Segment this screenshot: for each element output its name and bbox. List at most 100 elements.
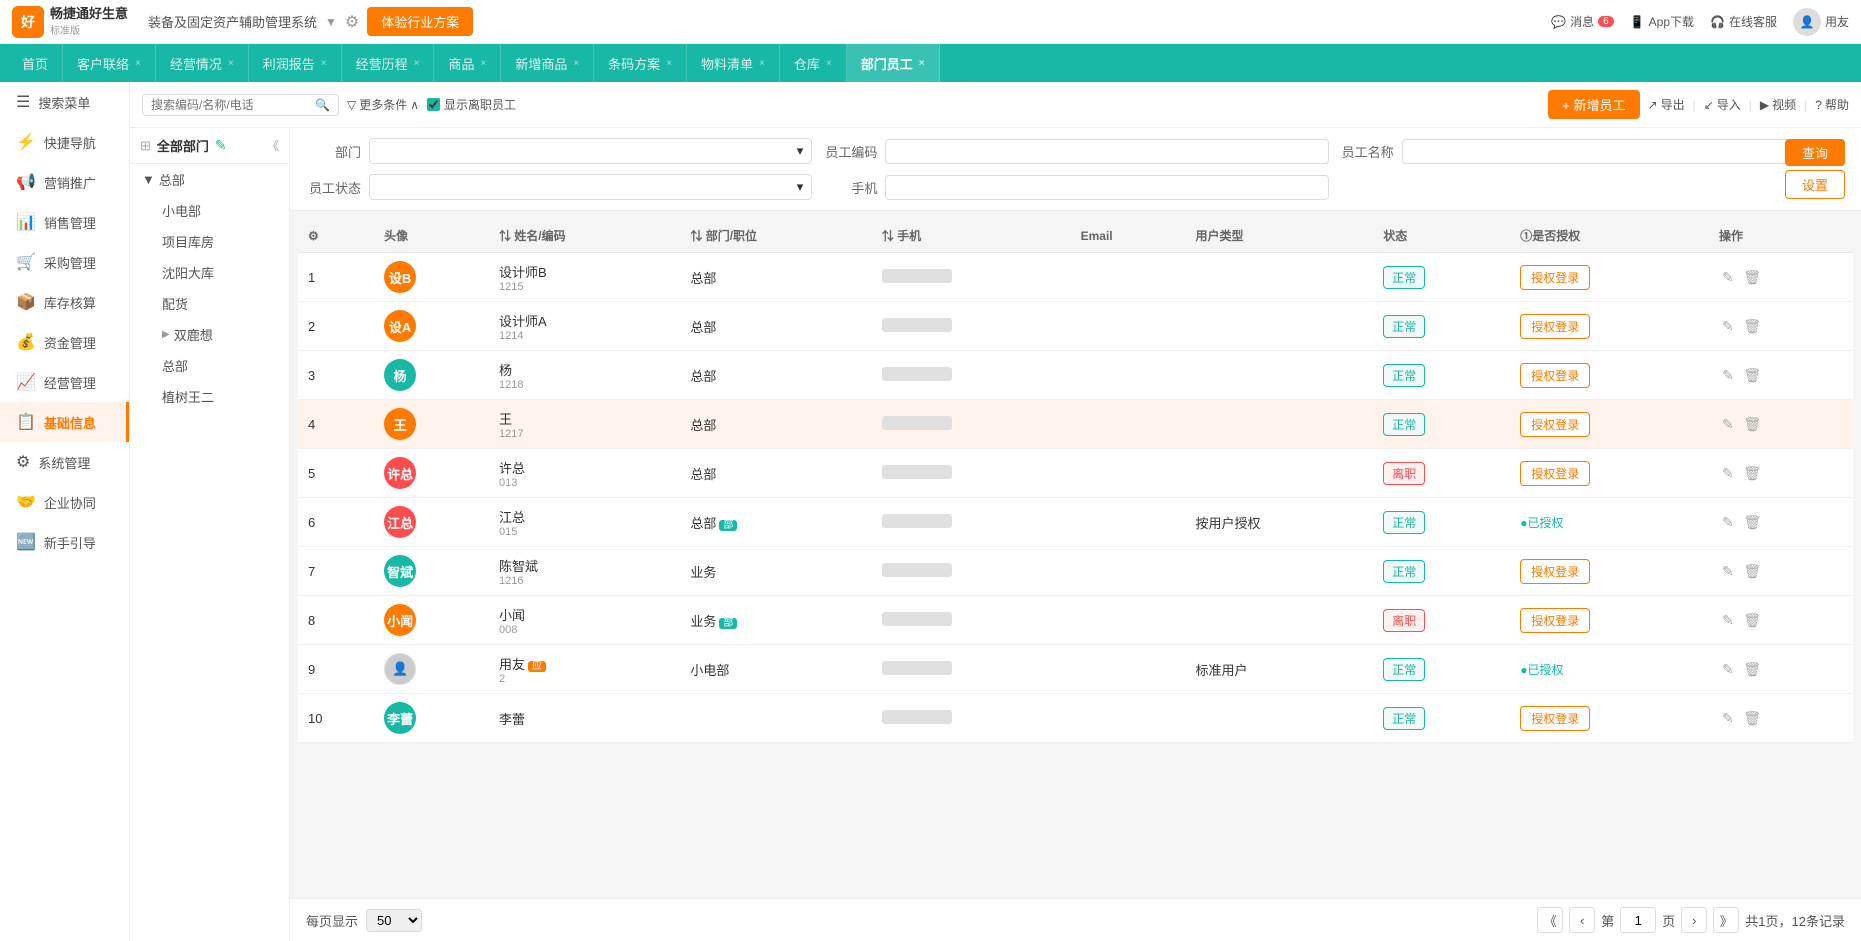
close-icon[interactable]: × xyxy=(228,58,234,69)
empcode-filter-input[interactable] xyxy=(885,139,1328,164)
auth-button[interactable]: 授权登录 xyxy=(1520,363,1590,388)
settings-icon[interactable]: ⚙ xyxy=(345,12,359,32)
search-icon[interactable]: 🔍 xyxy=(315,98,330,112)
phone-filter-input[interactable] xyxy=(885,175,1328,200)
close-icon[interactable]: × xyxy=(414,58,420,69)
sidebar-item-finance[interactable]: 💰 资金管理 xyxy=(0,322,129,362)
delete-icon[interactable]: 🗑 xyxy=(1743,514,1761,530)
video-button[interactable]: ▶ 视频 xyxy=(1760,96,1796,113)
dept-item-distribution[interactable]: 配货 xyxy=(150,288,289,319)
auth-button[interactable]: 授权登录 xyxy=(1520,412,1590,437)
online-service-button[interactable]: 🎧 在线客服 xyxy=(1710,13,1777,30)
next-page-button[interactable]: › xyxy=(1681,907,1707,933)
dept-item-zongbu[interactable]: 总部 xyxy=(150,350,289,381)
edit-icon[interactable]: ✎ xyxy=(1722,416,1734,432)
close-icon[interactable]: × xyxy=(826,58,832,69)
tab-department[interactable]: 部门员工 × xyxy=(847,44,940,82)
sidebar-item-system[interactable]: ⚙ 系统管理 xyxy=(0,442,129,482)
sidebar-item-business[interactable]: 📈 经营管理 xyxy=(0,362,129,402)
edit-icon[interactable]: ✎ xyxy=(1722,318,1734,334)
first-page-button[interactable]: 《 xyxy=(1537,907,1563,933)
set-button[interactable]: 设置 xyxy=(1785,170,1845,199)
edit-icon[interactable]: ✎ xyxy=(1722,612,1734,628)
dept-collapse-icon[interactable]: 《 xyxy=(267,137,279,154)
delete-icon[interactable]: 🗑 xyxy=(1743,465,1761,481)
close-icon[interactable]: × xyxy=(480,58,486,69)
dept-item-head[interactable]: ▼ 总部 xyxy=(130,164,289,195)
sidebar-item-purchase[interactable]: 🛒 采购管理 xyxy=(0,242,129,282)
delete-icon[interactable]: 🗑 xyxy=(1743,416,1761,432)
edit-icon[interactable]: ✎ xyxy=(1722,514,1734,530)
edit-icon[interactable]: ✎ xyxy=(1722,367,1734,383)
auth-button[interactable]: 授权登录 xyxy=(1520,706,1590,731)
query-button[interactable]: 查询 xyxy=(1785,139,1845,166)
more-filter-button[interactable]: ▽ 更多条件 ∧ xyxy=(347,96,419,113)
delete-icon[interactable]: 🗑 xyxy=(1743,710,1761,726)
edit-icon[interactable]: ✎ xyxy=(1722,465,1734,481)
edit-icon[interactable]: ✎ xyxy=(1722,563,1734,579)
dept-item-shenyang[interactable]: 沈阳大库 xyxy=(150,257,289,288)
auth-button[interactable]: 授权登录 xyxy=(1520,461,1590,486)
delete-icon[interactable]: 🗑 xyxy=(1743,661,1761,677)
tab-new-goods[interactable]: 新增商品 × xyxy=(501,44,594,82)
tab-warehouse[interactable]: 仓库 × xyxy=(780,44,847,82)
sidebar-item-search[interactable]: ☰ 搜索菜单 xyxy=(0,82,129,122)
sidebar-item-sales[interactable]: 📊 销售管理 xyxy=(0,202,129,242)
dept-item-shuanglu[interactable]: ▶ 双鹿想 xyxy=(150,319,289,350)
export-button[interactable]: ↗ 导出 xyxy=(1648,96,1685,113)
empname-filter-input[interactable] xyxy=(1402,139,1845,164)
sys-dropdown-icon[interactable]: ▼ xyxy=(325,15,337,29)
delete-icon[interactable]: 🗑 xyxy=(1743,269,1761,285)
show-resigned-checkbox[interactable] xyxy=(427,98,440,111)
page-input[interactable] xyxy=(1620,907,1656,933)
close-icon[interactable]: × xyxy=(573,58,579,69)
close-icon[interactable]: × xyxy=(666,58,672,69)
delete-icon[interactable]: 🗑 xyxy=(1743,367,1761,383)
tab-operation[interactable]: 经营情况 × xyxy=(156,44,249,82)
import-button[interactable]: ↙ 导入 xyxy=(1704,96,1741,113)
edit-icon[interactable]: ✎ xyxy=(1722,661,1734,677)
auth-button[interactable]: 授权登录 xyxy=(1520,559,1590,584)
dept-item-zhishu[interactable]: 植树王二 xyxy=(150,381,289,412)
sidebar-item-inventory[interactable]: 📦 库存核算 xyxy=(0,282,129,322)
edit-icon[interactable]: ✎ xyxy=(1722,269,1734,285)
help-button[interactable]: ? 帮助 xyxy=(1815,96,1849,113)
sidebar-item-collab[interactable]: 🤝 企业协同 xyxy=(0,482,129,522)
tab-bom[interactable]: 物料清单 × xyxy=(687,44,780,82)
app-download-button[interactable]: 📱 App下载 xyxy=(1630,13,1694,30)
delete-icon[interactable]: 🗑 xyxy=(1743,318,1761,334)
dept-edit-icon[interactable]: ✎ xyxy=(215,137,227,154)
prev-page-button[interactable]: ‹ xyxy=(1569,907,1595,933)
dept-item-xiaodian[interactable]: 小电部 xyxy=(150,195,289,226)
sidebar-item-basic[interactable]: 📋 基础信息 xyxy=(0,402,129,442)
sidebar-item-guide[interactable]: 🆕 新手引导 xyxy=(0,522,129,562)
dept-item-project[interactable]: 项目库房 xyxy=(150,226,289,257)
tab-barcode[interactable]: 条码方案 × xyxy=(594,44,687,82)
last-page-button[interactable]: 》 xyxy=(1713,907,1739,933)
close-icon[interactable]: × xyxy=(759,58,765,69)
auth-button[interactable]: 授权登录 xyxy=(1520,314,1590,339)
sidebar-item-shortcut[interactable]: ⚡ 快捷导航 xyxy=(0,122,129,162)
tab-goods[interactable]: 商品 × xyxy=(434,44,501,82)
add-employee-button[interactable]: + 新增员工 xyxy=(1548,90,1639,119)
close-icon[interactable]: × xyxy=(919,58,925,69)
delete-icon[interactable]: 🗑 xyxy=(1743,563,1761,579)
page-size-select[interactable]: 50 100 xyxy=(366,909,422,932)
auth-button[interactable]: 授权登录 xyxy=(1520,608,1590,633)
dept-filter-select[interactable]: ▾ xyxy=(369,138,812,164)
close-icon[interactable]: × xyxy=(135,58,141,69)
close-icon[interactable]: × xyxy=(321,58,327,69)
delete-icon[interactable]: 🗑 xyxy=(1743,612,1761,628)
edit-icon[interactable]: ✎ xyxy=(1722,710,1734,726)
tab-history[interactable]: 经营历程 × xyxy=(342,44,435,82)
search-input[interactable] xyxy=(151,98,311,112)
sidebar-item-marketing[interactable]: 📢 营销推广 xyxy=(0,162,129,202)
auth-button[interactable]: 授权登录 xyxy=(1520,265,1590,290)
tab-home[interactable]: 首页 xyxy=(8,44,63,82)
trial-button[interactable]: 体验行业方案 xyxy=(367,7,473,36)
tab-customer[interactable]: 客户联络 × xyxy=(63,44,156,82)
message-button[interactable]: 💬 消息 6 xyxy=(1551,13,1614,30)
user-area[interactable]: 👤 用友 xyxy=(1793,8,1849,36)
status-filter-select[interactable]: ▾ xyxy=(369,174,812,200)
tab-profit[interactable]: 利润报告 × xyxy=(249,44,342,82)
